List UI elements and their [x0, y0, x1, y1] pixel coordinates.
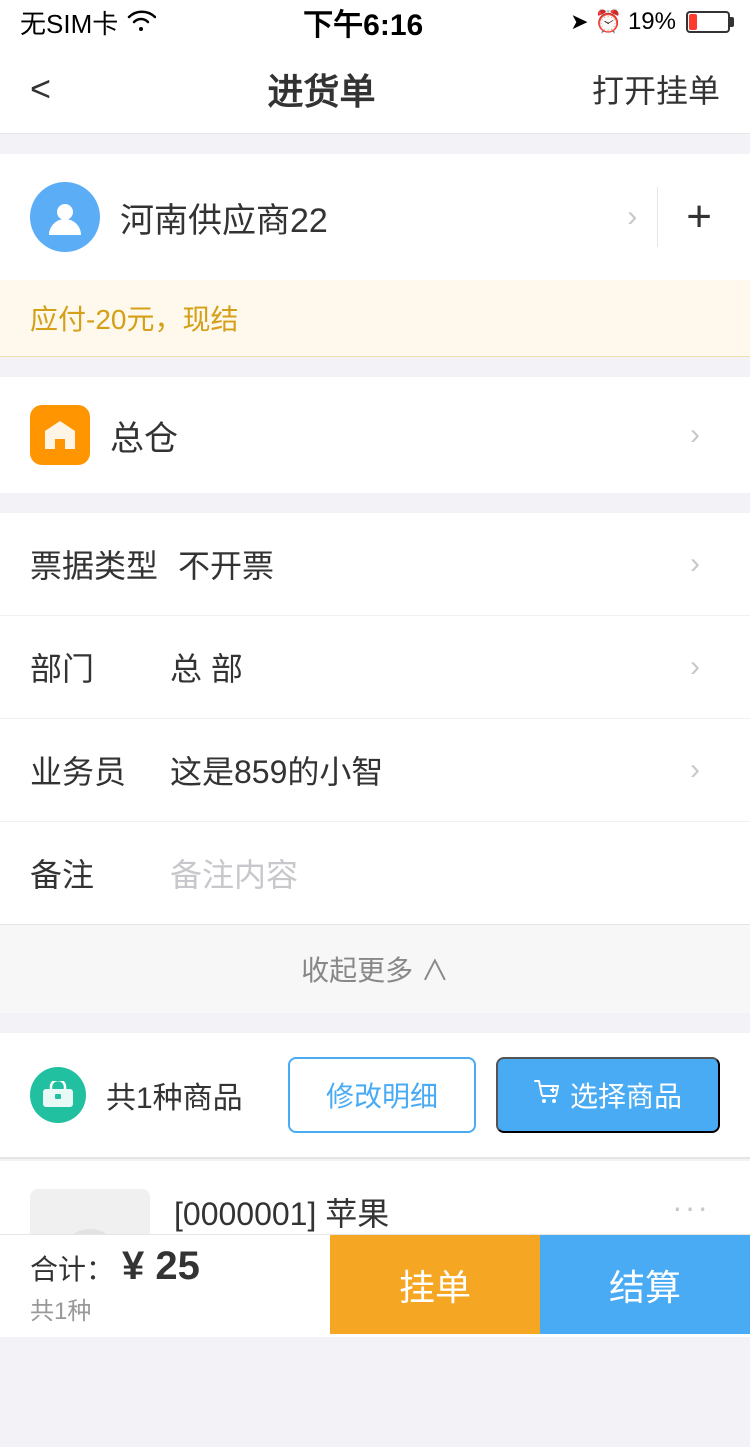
gap-2: [0, 357, 750, 377]
status-left: 无SIM卡: [20, 4, 156, 41]
product-section-icon: [30, 1067, 86, 1123]
divider: [657, 187, 658, 247]
carrier-label: 无SIM卡: [20, 4, 118, 41]
edit-detail-button[interactable]: 修改明细: [288, 1057, 476, 1133]
page-title: 进货单: [268, 63, 376, 115]
gap-4: [0, 1013, 750, 1033]
alarm-icon: ⏰: [595, 9, 622, 35]
warehouse-section[interactable]: 总仓 ›: [0, 377, 750, 493]
department-value: 总 部: [170, 644, 690, 690]
total-label: 合计：: [30, 1248, 114, 1288]
wifi-icon: [126, 7, 156, 38]
nav-bar: < 进货单 打开挂单: [0, 44, 750, 134]
department-label: 部门: [30, 644, 150, 690]
total-amount: ¥ 25: [122, 1244, 200, 1289]
select-product-button[interactable]: 选择商品: [496, 1057, 720, 1133]
status-bar: 无SIM卡 下午6:16 ➤ ⏰ 19%: [0, 0, 750, 44]
product-header: 共1种商品 修改明细 选择商品: [0, 1033, 750, 1157]
product-more-button[interactable]: ···: [662, 1189, 720, 1226]
agent-value: 这是859的小智: [170, 747, 690, 793]
agent-row[interactable]: 业务员 这是859的小智 ›: [0, 719, 750, 822]
collapse-label: 收起更多 ∧: [301, 955, 449, 986]
agent-label: 业务员: [30, 747, 150, 793]
back-button[interactable]: <: [30, 68, 51, 110]
total-count: 共1种: [30, 1291, 300, 1326]
bottom-bar: 合计： ¥ 25 共1种 挂单 结算: [0, 1234, 750, 1334]
department-row[interactable]: 部门 总 部 ›: [0, 616, 750, 719]
supplier-avatar: [30, 182, 100, 252]
gap-5: [0, 1157, 750, 1159]
collapse-button[interactable]: 收起更多 ∧: [0, 924, 750, 1013]
remark-input[interactable]: 备注内容: [170, 850, 720, 896]
status-right: ➤ ⏰ 19%: [570, 8, 730, 36]
open-pending-button[interactable]: 打开挂单: [592, 66, 720, 112]
gap-1: [0, 134, 750, 154]
ticket-type-label: 票据类型: [30, 541, 158, 587]
checkout-button[interactable]: 结算: [540, 1235, 750, 1334]
department-chevron-icon: ›: [690, 650, 700, 684]
product-title: 苹果: [325, 1196, 389, 1232]
select-product-label: 选择商品: [570, 1075, 682, 1115]
supplier-chevron-icon: ›: [627, 200, 637, 234]
battery-percent: 19%: [628, 8, 676, 36]
product-name: [0000001] 苹果: [174, 1189, 662, 1235]
cart-icon: [534, 1079, 562, 1111]
battery-icon: [686, 11, 730, 33]
pending-button[interactable]: 挂单: [330, 1235, 540, 1334]
agent-chevron-icon: ›: [690, 753, 700, 787]
product-count-label: 共1种商品: [106, 1073, 268, 1117]
remark-label: 备注: [30, 850, 150, 896]
add-supplier-button[interactable]: +: [678, 192, 720, 242]
notice-text: 应付-20元，现结: [30, 304, 238, 335]
remark-row[interactable]: 备注 备注内容: [0, 822, 750, 924]
supplier-section: 河南供应商22 › +: [0, 154, 750, 280]
supplier-name[interactable]: 河南供应商22: [120, 193, 627, 242]
warehouse-chevron-icon: ›: [690, 418, 700, 452]
location-icon: ➤: [570, 9, 588, 35]
gap-3: [0, 493, 750, 513]
form-section: 票据类型 不开票 › 部门 总 部 › 业务员 这是859的小智 › 备注 备注…: [0, 513, 750, 924]
notice-banner: 应付-20元，现结: [0, 280, 750, 357]
ticket-type-row[interactable]: 票据类型 不开票 ›: [0, 513, 750, 616]
pending-label: 挂单: [399, 1259, 471, 1311]
checkout-label: 结算: [609, 1259, 681, 1311]
ticket-type-chevron-icon: ›: [690, 547, 700, 581]
ticket-type-value: 不开票: [178, 541, 690, 587]
warehouse-icon: [30, 405, 90, 465]
total-section: 合计： ¥ 25 共1种: [0, 1235, 330, 1334]
warehouse-name: 总仓: [110, 411, 690, 460]
bottom-spacer: [0, 1337, 750, 1447]
status-time: 下午6:16: [303, 0, 423, 44]
product-code: [0000001]: [174, 1196, 316, 1232]
